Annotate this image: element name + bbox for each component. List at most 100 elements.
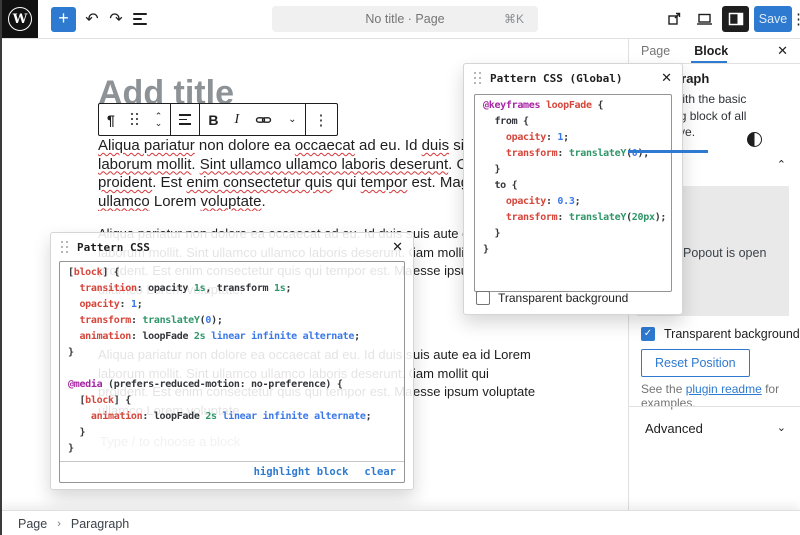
code-line: @media (prefers-reduced-motion: no-prefe… [68,379,343,390]
document-title: No title · Page [365,12,445,26]
text-line: laborum mollit. Sint ullamco ullamco lab… [98,155,463,173]
move-block-buttons[interactable]: ⌃ ⌄ [147,105,171,134]
css-code-editor[interactable]: [block] { transition: opacity 1s, transf… [59,261,405,483]
options-menu-button[interactable]: ⋮ [791,10,800,28]
code-line: animation: loopFade 2s linear infinite a… [90,411,372,422]
text-line: Aliqua pariatur non dolore ea occaecat a… [98,137,463,154]
popout-title: Pattern CSS (Global) [490,71,623,85]
code-line: [block] { [68,395,131,406]
popout-title: Pattern CSS [77,240,150,254]
move-up-down-icon: ⌃ ⌄ [154,110,163,128]
code-line: opacity: 1; [505,132,569,143]
code-line: } [483,228,501,239]
text-line: esse ipsum voluptate [413,384,536,399]
reset-position-button[interactable]: Reset Position [641,349,750,377]
checkbox-unchecked[interactable] [476,291,490,305]
styles-contrast-icon[interactable] [747,132,762,147]
active-tab-indicator [691,60,727,63]
paragraph-block-button[interactable]: ¶ [99,105,123,134]
drag-dots-icon[interactable] [61,240,69,254]
save-button[interactable]: Save [754,6,792,32]
pattern-css-global-popout: Pattern CSS (Global) ✕ @keyframes loopFa… [463,63,683,315]
panel-collapse-button[interactable]: ⌃ [777,158,786,171]
command-shortcut: ⌘K [503,12,524,26]
code-line: } [483,164,501,175]
breadcrumb-page[interactable]: Page [18,517,47,531]
text-line: proident. Est enim consectetur quis qui … [98,174,463,191]
wordpress-logo[interactable]: W [2,0,38,38]
css-code-editor[interactable]: @keyframes loopFade { from { opacity: 1;… [474,94,672,292]
drag-handle[interactable] [123,105,147,134]
italic-button[interactable]: I [226,105,247,134]
advanced-label: Advanced [645,421,703,436]
document-title-bar[interactable]: No title · Page ⌘K [272,6,538,32]
code-line: [block] { [68,267,120,278]
chevron-down-icon: ⌄ [288,114,297,125]
bold-button[interactable]: B [200,105,226,134]
code-line: transform: translateY(20px); [505,212,667,223]
chevron-down-icon: ⌄ [776,422,786,434]
popout-open-text: Popout is open [683,246,767,260]
highlight-block-link[interactable]: highlight block [254,466,349,478]
drag-dots-icon[interactable] [474,71,482,85]
more-rich-text-button[interactable]: ⌄ [280,105,304,134]
code-line: from { [483,116,529,127]
popout-header: Pattern CSS ✕ [51,233,413,261]
paragraph-fragment-lower: uis aute ea id Lorem iam mollit qui esse i… [413,346,535,402]
close-icon[interactable]: ✕ [392,239,403,255]
tab-block[interactable]: Block [682,38,740,63]
align-text-icon [179,114,192,125]
code-line: } [483,244,489,255]
code-line: to { [483,180,518,191]
paragraph-block[interactable]: Aliqua pariatur non dolore ea occaecat a… [98,137,463,211]
code-editor-footer: highlight block clear [60,461,404,482]
plugin-readme-link[interactable]: plugin readme [686,382,762,396]
breadcrumb-bar: Page › Paragraph [0,510,800,535]
breadcrumb-paragraph[interactable]: Paragraph [71,517,129,531]
preview-device-button[interactable] [692,7,716,31]
clear-link[interactable]: clear [364,466,396,478]
redo-icon: ↷ [109,11,123,28]
vertical-ellipsis-icon: ⋮ [791,11,800,28]
text-line: iam mollit qui [413,365,489,381]
code-line: transform: translateY(0); [79,315,223,326]
add-block-button[interactable]: + [51,7,76,32]
transparent-background-option: Transparent background [476,291,628,305]
view-site-button[interactable] [662,7,686,31]
code-line: @keyframes loopFade { [483,100,604,111]
transparent-background-option: Transparent background [641,327,800,341]
sidebar-tabs: Page Block ✕ [629,38,800,64]
pattern-css-popout: Pattern CSS ✕ [block] { transition: opac… [50,232,414,490]
wordpress-block-editor: W + ↶ ↷ No title · Page ⌘K Save ⋮ Add ti… [0,0,800,535]
close-sidebar-icon[interactable]: ✕ [777,43,788,59]
redo-button[interactable]: ↷ [104,7,128,31]
undo-button[interactable]: ↶ [80,7,104,31]
link-button[interactable] [247,105,280,134]
panel-tab-indicator [628,150,708,153]
laptop-icon [696,13,712,25]
align-button[interactable] [171,105,199,134]
document-overview-button[interactable] [128,7,152,31]
code-line: } [68,443,74,454]
tab-page[interactable]: Page [629,38,682,63]
text-line: ullamco Lorem voluptate. [98,192,266,210]
external-link-icon [668,12,681,25]
vertical-ellipsis-icon: ⋮ [313,111,329,129]
drag-dots-icon [130,113,139,126]
checkbox-checked[interactable] [641,327,655,341]
wordpress-w-icon: W [8,7,32,31]
code-line: animation: loopFade 2s linear infinite a… [79,331,360,342]
breadcrumb-separator-icon: › [57,517,61,530]
code-line: opacity: 0.3; [505,196,581,207]
block-toolbar: ¶ ⌃ ⌄ B I ⌄ ⋮ [98,103,338,136]
close-icon[interactable]: ✕ [661,70,672,86]
css-code: @keyframes loopFade { from { opacity: 1;… [475,95,671,265]
css-code: [block] { transition: opacity 1s, transf… [60,262,404,464]
block-options-button[interactable]: ⋮ [306,105,337,134]
settings-sidebar-toggle[interactable] [722,6,749,32]
text-line: uis aute ea id Lorem [413,347,531,362]
sidebar-panel-icon [728,12,743,26]
code-line: } [68,347,74,358]
advanced-panel-toggle[interactable]: Advanced ⌄ [629,407,800,451]
